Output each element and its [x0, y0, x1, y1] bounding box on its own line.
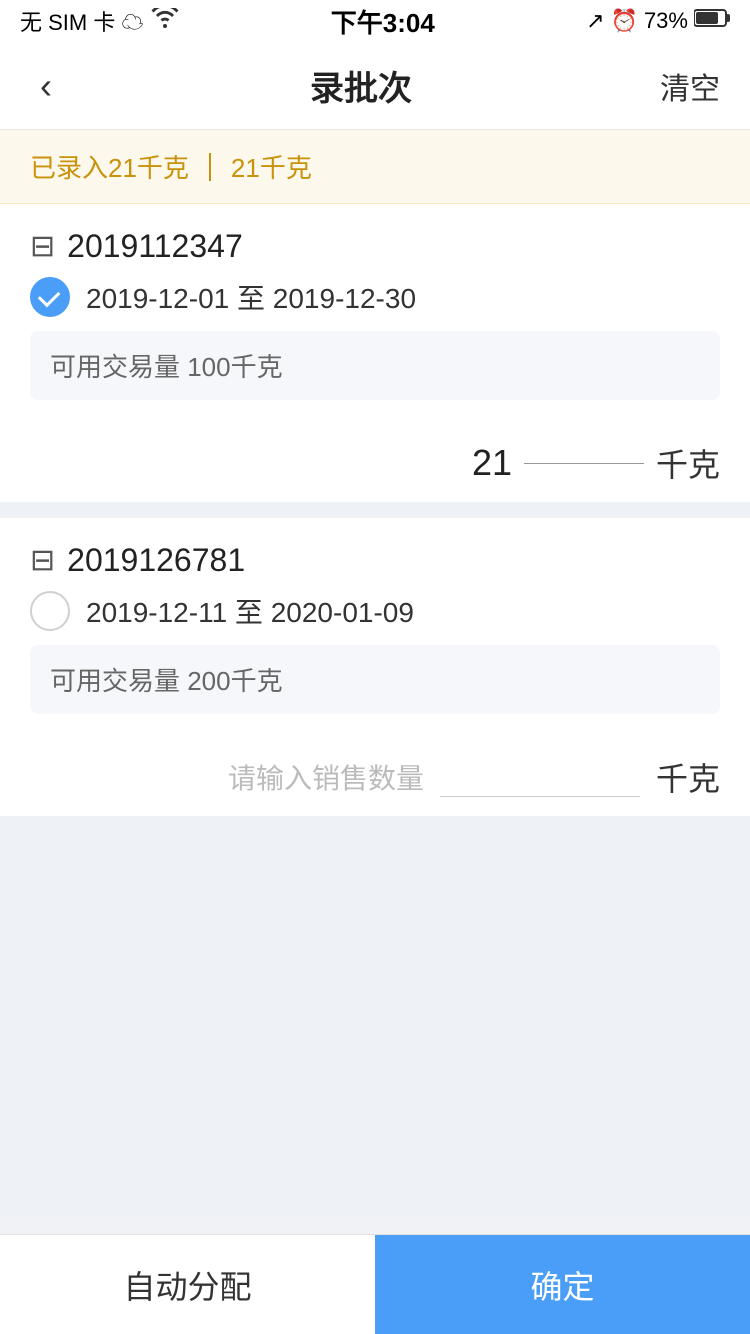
batch-id-2: 2019126781 [67, 542, 245, 579]
batch-radio-1[interactable] [30, 277, 70, 317]
section-divider [0, 502, 750, 518]
status-left: 无 SIM 卡 ☁ [20, 5, 179, 37]
auto-distribute-button[interactable]: 自动分配 [0, 1235, 375, 1334]
sim-label: 无 SIM 卡 ☁ [20, 5, 143, 37]
alarm-icon: ⏰ [611, 8, 638, 34]
batch-item-1: ⊟ 2019112347 2019-12-01 至 2019-12-30 可用交… [0, 204, 750, 420]
qty-input-row-2: 请输入销售数量 千克 [0, 734, 750, 816]
batch-radio-2[interactable] [30, 591, 70, 631]
info-divider [209, 153, 211, 181]
batch-date-2: 2019-12-11 至 2020-01-09 [86, 591, 414, 631]
status-bar: 无 SIM 卡 ☁ 下午3:04 ↗ ⏰ 73% [0, 0, 750, 42]
nav-bar: ‹ 录批次 清空 [0, 42, 750, 130]
status-right: ↗ ⏰ 73% [586, 8, 730, 34]
batch-date-row-1: 2019-12-01 至 2019-12-30 [30, 277, 720, 317]
batch-card-1: ⊟ 2019112347 2019-12-01 至 2019-12-30 可用交… [0, 204, 750, 502]
qty-row-1: 21 千克 [0, 420, 750, 502]
battery-label: 73% [644, 8, 688, 34]
empty-area [0, 816, 750, 1216]
page-title: 录批次 [310, 61, 412, 110]
batch-id-1: 2019112347 [67, 228, 243, 265]
qty-placeholder-2: 请输入销售数量 [228, 757, 424, 797]
status-time: 下午3:04 [331, 3, 435, 40]
qty-unit-1: 千克 [656, 440, 720, 486]
batch-header-1: ⊟ 2019112347 [30, 228, 720, 265]
main-content: 已录入21千克 21千克 ⊟ 2019112347 2019-12-01 至 2… [0, 130, 750, 1316]
qty-unit-2: 千克 [656, 754, 720, 800]
location-icon: ↗ [586, 8, 604, 34]
batch-card-2: ⊟ 2019126781 2019-12-11 至 2020-01-09 可用交… [0, 518, 750, 816]
total-amount: 21千克 [231, 148, 312, 185]
back-button[interactable]: ‹ [30, 55, 62, 117]
battery-icon [694, 8, 730, 34]
batch-item-2: ⊟ 2019126781 2019-12-11 至 2020-01-09 可用交… [0, 518, 750, 734]
doc-icon-2: ⊟ [30, 543, 55, 578]
batch-date-1: 2019-12-01 至 2019-12-30 [86, 277, 416, 317]
bottom-bar: 自动分配 确定 [0, 1234, 750, 1334]
info-banner: 已录入21千克 21千克 [0, 130, 750, 204]
recorded-amount: 已录入21千克 [30, 148, 189, 185]
batch-date-row-2: 2019-12-11 至 2020-01-09 [30, 591, 720, 631]
avail-row-1: 可用交易量 100千克 [30, 331, 720, 400]
batch-header-2: ⊟ 2019126781 [30, 542, 720, 579]
qty-input-2[interactable] [440, 757, 640, 797]
wifi-icon [151, 8, 179, 34]
qty-underline-1 [524, 463, 644, 464]
confirm-button[interactable]: 确定 [375, 1235, 750, 1334]
avail-row-2: 可用交易量 200千克 [30, 645, 720, 714]
qty-value-1: 21 [472, 442, 512, 484]
doc-icon-1: ⊟ [30, 229, 55, 264]
clear-button[interactable]: 清空 [660, 64, 720, 108]
